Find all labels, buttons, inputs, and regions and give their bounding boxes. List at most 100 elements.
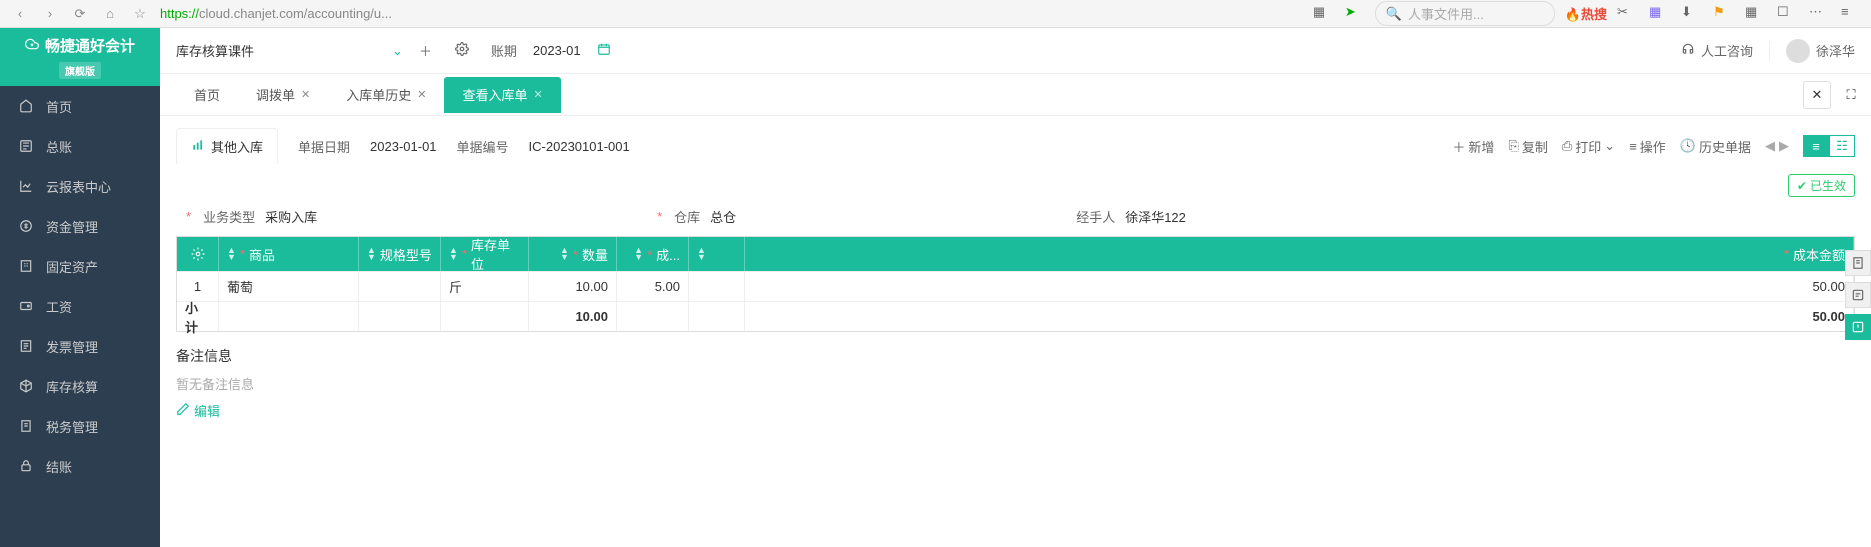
close-icon[interactable]: ✕ — [417, 88, 426, 101]
home-icon — [18, 98, 34, 114]
tax-icon — [18, 418, 34, 434]
brand[interactable]: 畅捷通好会计 旗舰版 — [0, 28, 160, 86]
sidebar-item-label: 结账 — [46, 457, 72, 476]
ops-button[interactable]: ≡操作 — [1629, 137, 1666, 156]
calendar-icon[interactable] — [597, 42, 617, 59]
user-menu[interactable]: 徐泽华 — [1786, 39, 1855, 63]
sidebar-item-label: 云报表中心 — [46, 177, 111, 196]
home-icon[interactable]: ⌂ — [100, 4, 120, 24]
check-icon: ✔ — [1797, 179, 1807, 193]
edit-remarks-button[interactable]: 编辑 — [176, 401, 1855, 420]
table-row[interactable]: 1 葡萄 斤 10.00 5.00 50.00 — [177, 271, 1854, 301]
sidebar-item-assets[interactable]: 固定资产 — [0, 246, 160, 286]
chevron-down-icon[interactable]: ⌄ — [392, 43, 403, 59]
bookmark-icon[interactable]: ☐ — [1777, 4, 1797, 24]
expand-icon[interactable]: ⛶ — [1837, 81, 1865, 109]
edit-icon — [176, 402, 190, 419]
brand-edition: 旗舰版 — [59, 62, 101, 79]
tab-inbound-history[interactable]: 入库单历史 ✕ — [328, 77, 444, 113]
tab-transfer[interactable]: 调拨单 ✕ — [238, 77, 328, 113]
refresh-icon[interactable]: ⟳ — [70, 4, 90, 24]
brand-name: 畅捷通好会计 — [45, 35, 135, 56]
close-icon[interactable]: ✕ — [301, 88, 310, 101]
col-amount[interactable]: *成本金额 — [745, 237, 1854, 271]
sidebar-item-invoice[interactable]: 发票管理 — [0, 326, 160, 366]
building-icon — [18, 258, 34, 274]
grid-icon[interactable]: ▦ — [1649, 4, 1669, 24]
sidebar-item-tax[interactable]: 税务管理 — [0, 406, 160, 446]
sidebar-item-reports[interactable]: 云报表中心 — [0, 166, 160, 206]
account-selector[interactable]: 库存核算课件 — [176, 41, 376, 60]
new-button[interactable]: ＋新增 — [1452, 137, 1494, 156]
side-tool-help[interactable] — [1845, 314, 1871, 340]
wallet-icon — [18, 298, 34, 314]
back-icon[interactable]: ‹ — [10, 4, 30, 24]
sidebar-item-label: 资金管理 — [46, 217, 98, 236]
doc-no-value: IC-20230101-001 — [529, 139, 630, 154]
tab-home[interactable]: 首页 — [176, 77, 238, 113]
print-button[interactable]: ⎙打印 ⌄ — [1562, 137, 1615, 156]
doc-no-label: 单据编号 — [457, 137, 509, 156]
card-view-button[interactable]: ☷ — [1829, 135, 1855, 157]
gear-icon[interactable] — [455, 42, 475, 59]
col-blank[interactable]: ▲▼ — [689, 237, 745, 271]
sidebar-item-label: 发票管理 — [46, 337, 98, 356]
sidebar: 畅捷通好会计 旗舰版 首页 总账 云报表中心 资金管理 固定资产 工资 — [0, 28, 160, 547]
support-button[interactable]: 人工咨询 — [1681, 41, 1753, 60]
sidebar-item-label: 首页 — [46, 97, 72, 116]
sidebar-item-closing[interactable]: 结账 — [0, 446, 160, 486]
col-qty[interactable]: ▲▼*数量 — [529, 237, 617, 271]
sidebar-item-salary[interactable]: 工资 — [0, 286, 160, 326]
subtotal-qty: 10.00 — [529, 302, 617, 331]
more-icon[interactable]: ⋯ — [1809, 4, 1829, 24]
star-icon[interactable]: ☆ — [130, 4, 150, 24]
warehouse-value: 总仓 — [710, 207, 736, 226]
col-spec[interactable]: ▲▼规格型号 — [359, 237, 441, 271]
history-button[interactable]: 🕓历史单据 — [1680, 137, 1751, 156]
download-icon[interactable]: ⬇ — [1681, 4, 1701, 24]
col-unit[interactable]: ▲▼*库存单位 — [441, 237, 529, 271]
qr-icon[interactable]: ▦ — [1313, 4, 1333, 24]
sidebar-item-ledger[interactable]: 总账 — [0, 126, 160, 166]
doc-date-value: 2023-01-01 — [370, 139, 437, 154]
col-cost[interactable]: ▲▼*成... — [617, 237, 689, 271]
app-icon[interactable]: ▦ — [1745, 4, 1765, 24]
sidebar-item-inventory[interactable]: 库存核算 — [0, 366, 160, 406]
close-icon[interactable]: ✕ — [534, 88, 543, 101]
copy-button[interactable]: ⎘复制 — [1508, 137, 1547, 156]
prev-icon[interactable]: ◀ — [1765, 138, 1775, 154]
flag-icon[interactable]: ⚑ — [1713, 4, 1733, 24]
remarks-empty: 暂无备注信息 — [176, 374, 1855, 393]
sidebar-item-funds[interactable]: 资金管理 — [0, 206, 160, 246]
next-icon[interactable]: ▶ — [1779, 138, 1789, 154]
side-tool-note[interactable] — [1845, 282, 1871, 308]
remarks-section: 备注信息 暂无备注信息 编辑 — [176, 346, 1855, 420]
forward-icon[interactable]: › — [40, 4, 60, 24]
sidebar-item-home[interactable]: 首页 — [0, 86, 160, 126]
plus-icon[interactable]: ＋ — [419, 41, 439, 60]
form-fields: * 业务类型 采购入库 * 仓库 总仓 经手人 徐泽华122 — [176, 207, 1855, 226]
headset-icon — [1681, 42, 1695, 59]
top-bar: 库存核算课件 ⌄ ＋ 账期 2023-01 人工咨询 徐泽华 — [160, 28, 1871, 74]
col-name[interactable]: ▲▼*商品 — [219, 237, 359, 271]
tabs-bar: 首页 调拨单 ✕ 入库单历史 ✕ 查看入库单 ✕ ✕ ⛶ — [160, 74, 1871, 116]
scissors-icon[interactable]: ✂ — [1617, 4, 1637, 24]
menu-icon[interactable]: ≡ — [1841, 4, 1861, 24]
chart-icon — [18, 178, 34, 194]
sidebar-item-label: 库存核算 — [46, 377, 98, 396]
close-all-button[interactable]: ✕ — [1803, 81, 1831, 109]
money-icon — [18, 218, 34, 234]
doc-type-tab[interactable]: 其他入库 — [176, 128, 278, 164]
main-area: 库存核算课件 ⌄ ＋ 账期 2023-01 人工咨询 徐泽华 — [160, 28, 1871, 547]
tab-view-inbound[interactable]: 查看入库单 ✕ — [444, 77, 560, 113]
cell-spec — [359, 272, 441, 301]
side-tool-doc[interactable] — [1845, 250, 1871, 276]
list-view-button[interactable]: ≡ — [1803, 135, 1829, 157]
gear-column[interactable] — [177, 237, 219, 271]
period-value[interactable]: 2023-01 — [533, 43, 581, 58]
sidebar-item-label: 工资 — [46, 297, 72, 316]
search-box[interactable]: 🔍 人事文件用... — [1375, 1, 1555, 26]
url-bar[interactable]: https://cloud.chanjet.com/accounting/u..… — [160, 6, 1303, 21]
arrow-icon[interactable]: ➤ — [1345, 4, 1365, 24]
hot-icon[interactable]: 🔥热搜 — [1565, 4, 1607, 23]
